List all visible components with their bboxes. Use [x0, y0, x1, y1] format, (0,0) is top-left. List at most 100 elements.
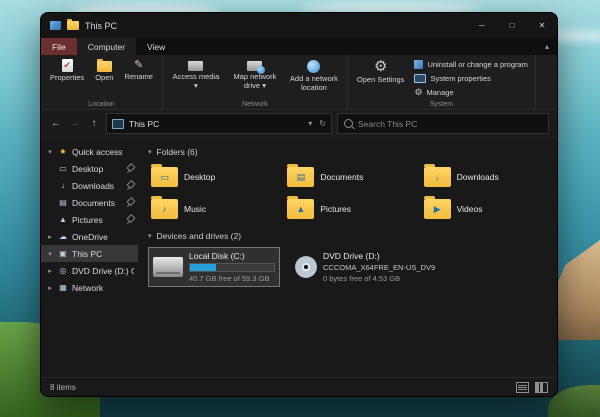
group-label-network: Network	[170, 101, 340, 108]
items-count: 8 items	[50, 383, 76, 392]
disk-usage-bar	[189, 263, 275, 272]
section-header-folders[interactable]: ▾ Folders (6)	[148, 147, 547, 157]
file-list-area: ▾ Folders (6) ▭ Desktop ▤ Documents ↓ Do…	[138, 138, 557, 377]
folder-tile-downloads[interactable]: ↓ Downloads	[421, 163, 547, 191]
rename-pencil-icon: ✎	[134, 60, 143, 71]
details-view-icon[interactable]	[535, 382, 548, 393]
this-pc-icon: ▣	[58, 250, 68, 258]
tab-view[interactable]: View	[136, 38, 176, 55]
sidebar-item-downloads[interactable]: ↓ Downloads	[41, 177, 138, 194]
collapse-ribbon-icon[interactable]: ▴	[545, 42, 549, 51]
address-dropdown-icon[interactable]: ▾	[308, 119, 312, 128]
chevron-down-icon: ▾	[194, 81, 198, 90]
onedrive-cloud-icon: ☁	[58, 233, 68, 241]
chevron-down-icon[interactable]: ▾	[46, 148, 54, 156]
desktop-icon: ▭	[58, 165, 68, 173]
folder-tile-desktop[interactable]: ▭ Desktop	[148, 163, 274, 191]
minimize-button[interactable]: ─	[467, 13, 497, 38]
pictures-icon: ▲	[58, 216, 68, 224]
folder-tile-videos[interactable]: ▶ Videos	[421, 195, 547, 223]
sidebar-item-pictures[interactable]: ▲ Pictures	[41, 211, 138, 228]
forward-button[interactable]: →	[68, 118, 82, 129]
chevron-right-icon[interactable]: ▸	[46, 284, 54, 292]
status-bar: 8 items	[41, 377, 557, 396]
tab-computer[interactable]: Computer	[77, 38, 136, 55]
refresh-icon[interactable]: ↻	[319, 119, 326, 128]
devices-grid: Local Disk (C:) 40.7 GB free of 59.3 GB …	[148, 247, 547, 287]
section-header-devices[interactable]: ▾ Devices and drives (2)	[148, 231, 547, 241]
rename-button[interactable]: ✎ Rename	[123, 58, 155, 83]
map-network-drive-button[interactable]: Map network drive ▾	[229, 58, 281, 91]
sidebar-item-network[interactable]: ▸ ▦ Network	[41, 279, 138, 296]
sidebar-item-onedrive[interactable]: ▸ ☁ OneDrive	[41, 228, 138, 245]
media-drive-icon	[188, 61, 203, 71]
open-button[interactable]: Open	[93, 58, 115, 84]
sidebar-item-desktop[interactable]: ▭ Desktop	[41, 160, 138, 177]
folder-tile-documents[interactable]: ▤ Documents	[284, 163, 410, 191]
pin-icon	[126, 198, 134, 207]
chevron-down-icon: ▾	[148, 148, 152, 156]
chevron-right-icon[interactable]: ▸	[46, 267, 54, 275]
up-button[interactable]: ↑	[87, 118, 101, 129]
hard-drive-icon	[153, 257, 183, 277]
pin-icon	[126, 164, 134, 173]
search-placeholder: Search This PC	[358, 119, 417, 129]
chevron-down-icon: ▾	[148, 232, 152, 240]
open-settings-button[interactable]: ⚙ Open Settings	[355, 58, 407, 99]
uninstall-program-button[interactable]: Uninstall or change a program	[414, 58, 527, 71]
ribbon-tab-strip: File Computer View ▴	[41, 38, 557, 55]
chevron-down-icon: ▾	[262, 81, 266, 90]
gear-icon: ⚙	[374, 59, 387, 74]
window-controls: ─ □ ✕	[467, 13, 557, 38]
folder-icon	[67, 21, 79, 30]
maximize-button[interactable]: □	[497, 13, 527, 38]
pin-icon	[126, 181, 134, 190]
system-properties-button[interactable]: System properties	[414, 72, 527, 85]
window-title: This PC	[85, 21, 117, 31]
sidebar-item-dvd-drive[interactable]: ▸ ◎ DVD Drive (D:) CCCO	[41, 262, 138, 279]
sidebar-item-quick-access[interactable]: ▾ ★ Quick access	[41, 143, 138, 160]
back-button[interactable]: ←	[49, 118, 63, 129]
drive-tile-dvd[interactable]: DVD Drive (D:) CCCOMA_X64FRE_EN-US_DV9 0…	[290, 247, 440, 287]
manage-button[interactable]: ⚙ Manage	[414, 86, 527, 99]
list-view-icon[interactable]	[516, 382, 529, 393]
sidebar-item-this-pc[interactable]: ▾ ▣ This PC	[41, 245, 138, 262]
search-icon	[344, 119, 353, 128]
ribbon-group-network: Access media ▾ Map network drive ▾ Add a…	[163, 55, 348, 109]
titlebar[interactable]: This PC ─ □ ✕	[41, 13, 557, 38]
folder-icon: ▲	[287, 199, 314, 219]
properties-check-icon: ✔	[62, 59, 73, 72]
window-body: ▾ ★ Quick access ▭ Desktop ↓ Downloads ▤…	[41, 138, 557, 377]
tab-file[interactable]: File	[41, 38, 77, 55]
folder-tile-pictures[interactable]: ▲ Pictures	[284, 195, 410, 223]
folder-icon: ♪	[151, 199, 178, 219]
dvd-disc-icon	[295, 256, 317, 278]
folder-tile-music[interactable]: ♪ Music	[148, 195, 274, 223]
address-path: This PC	[129, 119, 159, 129]
properties-button[interactable]: ✔ Properties	[48, 58, 86, 84]
system-properties-icon	[414, 74, 426, 83]
folder-icon: ▭	[151, 167, 178, 187]
chevron-down-icon[interactable]: ▾	[46, 250, 54, 258]
open-folder-icon	[97, 61, 112, 72]
folder-icon: ▶	[424, 199, 451, 219]
search-box[interactable]: Search This PC	[337, 113, 549, 134]
chevron-right-icon[interactable]: ▸	[46, 233, 54, 241]
address-bar[interactable]: This PC ▾ ↻	[106, 113, 332, 134]
uninstall-icon	[414, 60, 423, 69]
sidebar-item-documents[interactable]: ▤ Documents	[41, 194, 138, 211]
quick-access-star-icon: ★	[58, 148, 68, 156]
folder-icon: ▤	[287, 167, 314, 187]
access-media-button[interactable]: Access media ▾	[170, 58, 222, 91]
add-network-location-button[interactable]: Add a network location	[288, 58, 340, 93]
group-label-system: System	[355, 101, 528, 108]
pin-icon	[126, 215, 134, 224]
this-pc-icon	[112, 119, 124, 129]
manage-gear-icon: ⚙	[414, 88, 422, 97]
close-button[interactable]: ✕	[527, 13, 557, 38]
drive-tile-local-disk[interactable]: Local Disk (C:) 40.7 GB free of 59.3 GB	[148, 247, 280, 287]
ribbon-group-system: ⚙ Open Settings Uninstall or change a pr…	[348, 55, 536, 109]
navigation-bar: ← → ↑ This PC ▾ ↻ Search This PC	[41, 110, 557, 138]
folder-icon: ↓	[424, 167, 451, 187]
network-icon: ▦	[58, 284, 68, 292]
